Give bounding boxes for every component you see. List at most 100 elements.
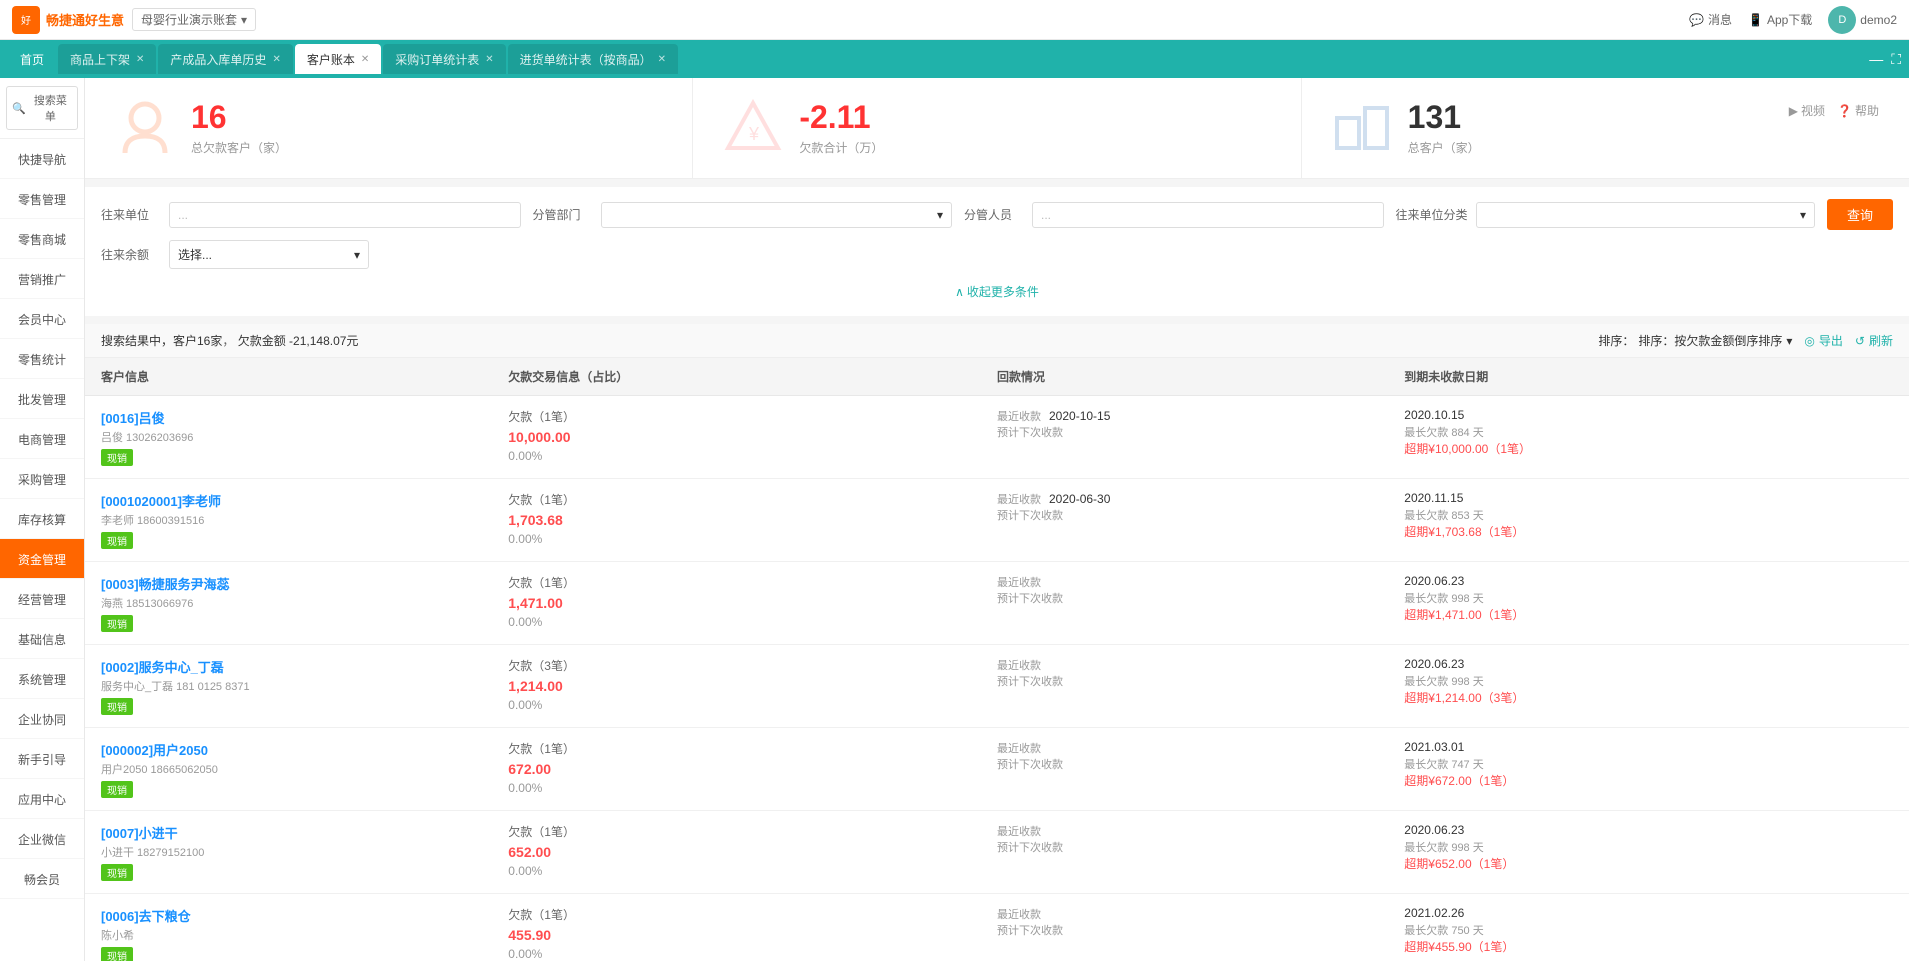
sidebar-item-finance[interactable]: 资金管理 <box>0 539 84 579</box>
export-button[interactable]: ◎ 导出 <box>1804 332 1843 349</box>
sidebar-item-system[interactable]: 系统管理 <box>0 659 84 699</box>
search-menu-button[interactable]: 🔍 搜索菜单 <box>6 86 78 130</box>
debt-ratio-0: 0.00% <box>508 449 997 463</box>
sidebar-item-vip[interactable]: 畅会员 <box>0 859 84 899</box>
help-button[interactable]: ❓ 帮助 <box>1837 102 1879 119</box>
sidebar-item-business[interactable]: 经营管理 <box>0 579 84 619</box>
filter-row-2: 往来余额 选择... ▾ <box>101 240 1893 269</box>
tab-close-customer-account[interactable]: ✕ <box>361 54 369 65</box>
debt-cell-5: 欠款（1笔） 652.00 0.00% <box>508 823 997 881</box>
recovery-label-0: 最近收款 <box>997 408 1041 424</box>
sidebar: 🔍 搜索菜单 快捷导航 零售管理 零售商城 营销推广 会员中心 零售统计 批发管… <box>0 78 85 961</box>
sidebar-item-quick-nav[interactable]: 快捷导航 <box>0 139 84 179</box>
tab-home[interactable]: 首页 <box>8 44 56 74</box>
sidebar-item-marketing[interactable]: 营销推广 <box>0 259 84 299</box>
customer-tag-5: 现销 <box>101 864 133 881</box>
sidebar-item-retail-mgmt[interactable]: 零售管理 <box>0 179 84 219</box>
sidebar-item-batch-mgmt[interactable]: 批发管理 <box>0 379 84 419</box>
store-selector[interactable]: 母婴行业演示账套 ▾ <box>132 8 256 31</box>
header-debt: 欠款交易信息（占比） <box>508 368 997 385</box>
svg-text:¥: ¥ <box>748 124 760 144</box>
customer-cell-2: [0003]畅捷服务尹海蕊 海燕 18513066976 现销 <box>101 574 508 632</box>
sort-selector[interactable]: 排序： 排序：按欠款金额倒序排序 ▾ <box>1598 332 1792 349</box>
customer-name-6[interactable]: [0006]去下粮仓 <box>101 906 508 925</box>
tab-close-purchase-stats[interactable]: ✕ <box>485 54 493 65</box>
stats-header: 16 总欠款客户（家） ¥ -2.11 欠款合计（万） 131 <box>85 78 1909 179</box>
customer-name-2[interactable]: [0003]畅捷服务尹海蕊 <box>101 574 508 593</box>
sidebar-item-ecommerce[interactable]: 电商管理 <box>0 419 84 459</box>
sidebar-item-purchase[interactable]: 采购管理 <box>0 459 84 499</box>
refresh-button[interactable]: ↺ 刷新 <box>1855 332 1893 349</box>
overdue-cell-3: 2020.06.23 最长欠款 998 天 超期¥1,214.00（3笔） <box>1404 657 1893 715</box>
debt-cell-6: 欠款（1笔） 455.90 0.00% <box>508 906 997 961</box>
customer-sub-3: 服务中心_丁磊 181 0125 8371 <box>101 678 508 694</box>
tab-close-purchase-stats2[interactable]: ✕ <box>658 54 666 65</box>
customer-tag-1: 现销 <box>101 532 133 549</box>
tab-bar: 首页 商品上下架 ✕ 产成品入库单历史 ✕ 客户账本 ✕ 采购订单统计表 ✕ 进… <box>0 40 1909 78</box>
filter-row-1: 往来单位 ... 分管部门 ▾ 分管人员 ... <box>101 199 1893 230</box>
customer-name-4[interactable]: [000002]用户2050 <box>101 740 508 759</box>
customer-sub-6: 陈小希 <box>101 927 508 943</box>
customer-cell-4: [000002]用户2050 用户2050 18665062050 现销 <box>101 740 508 798</box>
overdue-amount-value: -2.11 <box>799 101 883 133</box>
tab-close-production-history[interactable]: ✕ <box>272 54 280 65</box>
collapse-button[interactable]: ∧ 收起更多条件 <box>101 279 1893 304</box>
tab-close-products-off[interactable]: ✕ <box>136 54 144 65</box>
unit-category-select[interactable]: ▾ <box>1476 202 1815 228</box>
source-unit-filter: 往来单位 ... <box>101 202 521 228</box>
overdue-link-0[interactable]: 超期¥10,000.00（1笔） <box>1404 440 1893 457</box>
customer-cell-0: [0016]吕俊 吕俊 13026203696 现销 <box>101 408 508 466</box>
video-button[interactable]: ▶ 视频 <box>1789 102 1825 119</box>
logo-icon: 好 <box>12 6 40 34</box>
table-header: 客户信息 欠款交易信息（占比） 回款情况 到期未收款日期 <box>85 358 1909 396</box>
dept-select[interactable]: ▾ <box>601 202 953 228</box>
sidebar-item-basic-info[interactable]: 基础信息 <box>0 619 84 659</box>
next-payment-label-0: 预计下次收款 <box>997 424 1404 440</box>
sidebar-item-enterprise[interactable]: 企业协同 <box>0 699 84 739</box>
tab-minimize-button[interactable]: — <box>1869 51 1883 68</box>
source-unit-input[interactable]: ... <box>169 202 521 228</box>
tab-purchase-stats[interactable]: 采购订单统计表 ✕ <box>383 44 505 74</box>
tab-production-history[interactable]: 产成品入库单历史 ✕ <box>158 44 292 74</box>
avatar-icon: D <box>1828 6 1856 34</box>
tab-purchase-stats2[interactable]: 进货单统计表（按商品） ✕ <box>508 44 678 74</box>
message-button[interactable]: 💬 消息 <box>1689 11 1732 28</box>
result-summary: 搜索结果中，客户16家， 欠款金额 -21,148.07元 <box>101 332 358 349</box>
recovery-cell-1: 最近收款 2020-06-30 预计下次收款 <box>997 491 1404 549</box>
overdue-customers-info: 16 总欠款客户（家） <box>191 101 287 156</box>
recovery-cell-0: 最近收款 2020-10-15 预计下次收款 <box>997 408 1404 466</box>
search-button[interactable]: 查询 <box>1827 199 1893 230</box>
sidebar-item-retail-stats[interactable]: 零售统计 <box>0 339 84 379</box>
user-avatar[interactable]: D demo2 <box>1828 6 1897 34</box>
person-input[interactable]: ... <box>1032 202 1384 228</box>
balance-select[interactable]: 选择... ▾ <box>169 240 369 269</box>
sidebar-item-retail-mall[interactable]: 零售商城 <box>0 219 84 259</box>
recovery-cell-6: 最近收款 预计下次收款 <box>997 906 1404 961</box>
tab-products-off[interactable]: 商品上下架 ✕ <box>58 44 156 74</box>
main-content: 16 总欠款客户（家） ¥ -2.11 欠款合计（万） 131 <box>85 78 1909 961</box>
customer-name-1[interactable]: [0001020001]李老师 <box>101 491 508 510</box>
total-customers-info: 131 总客户（家） <box>1408 101 1773 156</box>
search-icon: 🔍 <box>12 102 26 115</box>
customer-name-3[interactable]: [0002]服务中心_丁磊 <box>101 657 508 676</box>
customer-name-0[interactable]: [0016]吕俊 <box>101 408 508 427</box>
debt-amount-1: 1,703.68 <box>508 512 997 528</box>
app-download-button[interactable]: 📱 App下载 <box>1748 11 1812 28</box>
sidebar-item-wechat[interactable]: 企业微信 <box>0 819 84 859</box>
sidebar-item-app-center[interactable]: 应用中心 <box>0 779 84 819</box>
tab-customer-account[interactable]: 客户账本 ✕ <box>295 44 381 74</box>
overdue-cell-4: 2021.03.01 最长欠款 747 天 超期¥672.00（1笔） <box>1404 740 1893 798</box>
balance-label: 往来余额 <box>101 246 161 263</box>
tab-maximize-button[interactable]: ⛶ <box>1891 51 1901 68</box>
recovery-date-0: 2020-10-15 <box>1049 409 1110 423</box>
table-row: [0002]服务中心_丁磊 服务中心_丁磊 181 0125 8371 现销 欠… <box>85 645 1909 728</box>
overdue-amount-icon: ¥ <box>723 98 783 158</box>
overdue-customers-stat: 16 总欠款客户（家） <box>85 78 693 178</box>
data-table: 客户信息 欠款交易信息（占比） 回款情况 到期未收款日期 [0016]吕俊 吕俊… <box>85 358 1909 961</box>
sidebar-item-inventory[interactable]: 库存核算 <box>0 499 84 539</box>
sidebar-item-member[interactable]: 会员中心 <box>0 299 84 339</box>
sidebar-item-newbie[interactable]: 新手引导 <box>0 739 84 779</box>
overdue-cell-2: 2020.06.23 最长欠款 998 天 超期¥1,471.00（1笔） <box>1404 574 1893 632</box>
recovery-cell-2: 最近收款 预计下次收款 <box>997 574 1404 632</box>
customer-name-5[interactable]: [0007]小进干 <box>101 823 508 842</box>
